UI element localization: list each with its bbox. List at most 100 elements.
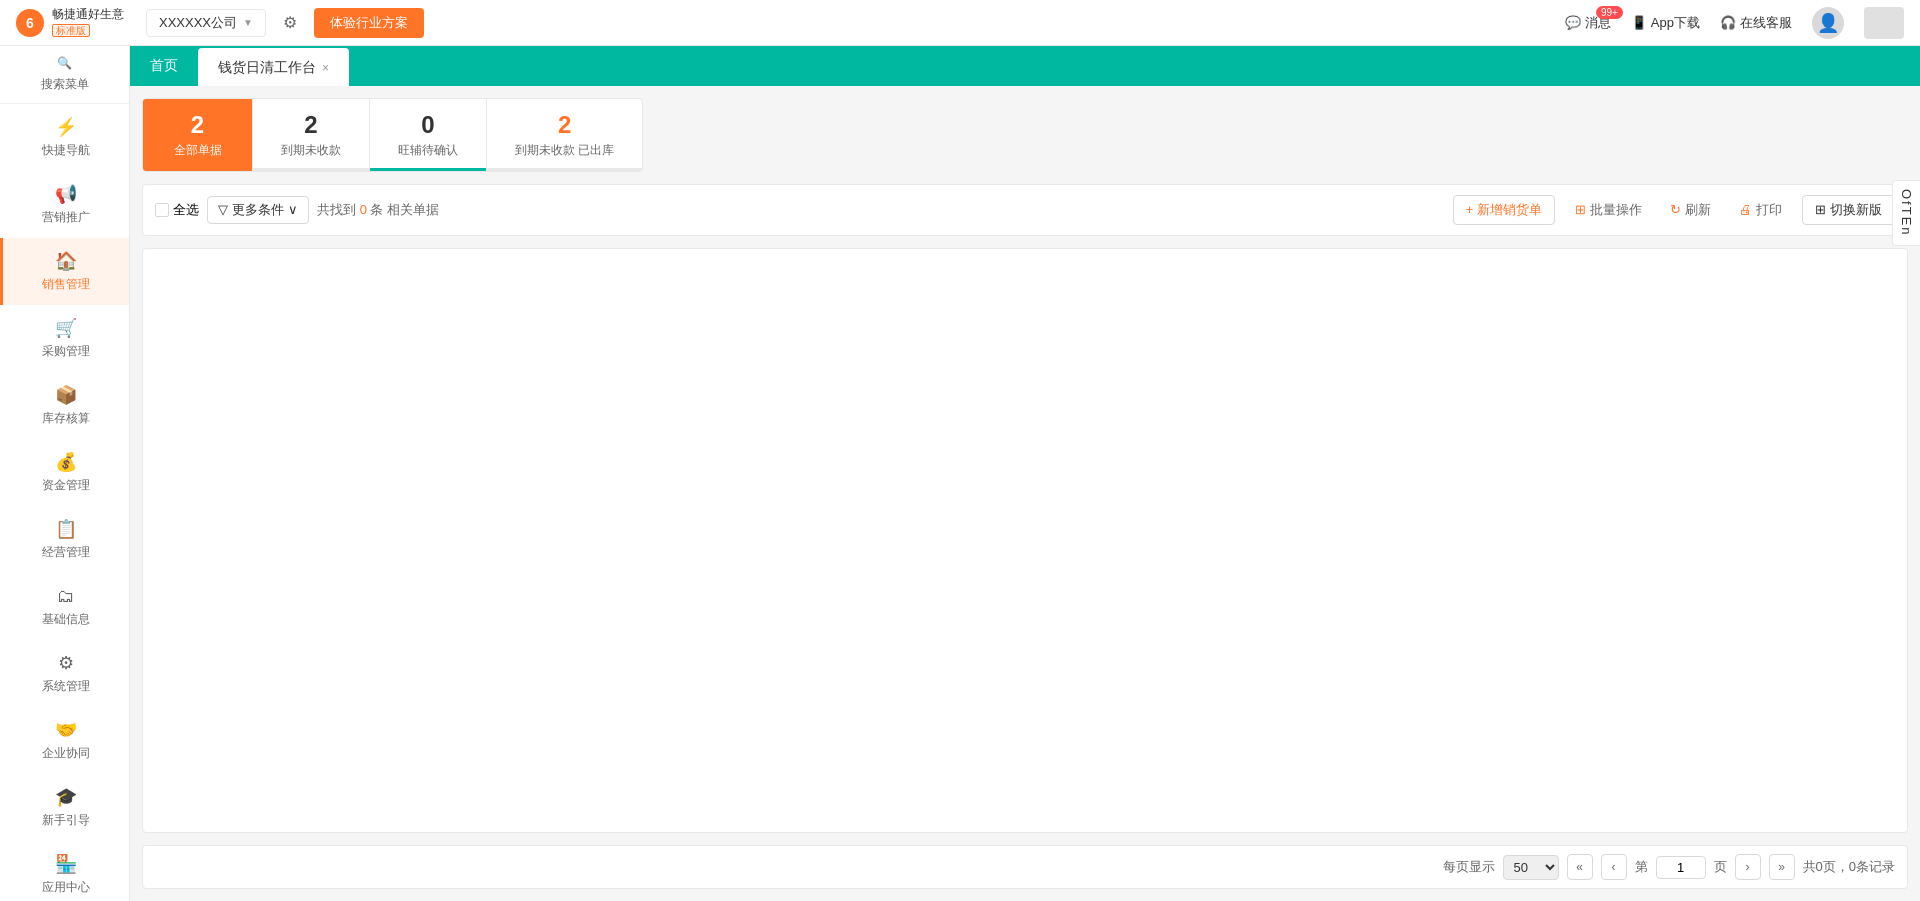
company-dropdown-icon: ▼ — [243, 17, 253, 28]
sidebar-item-label-marketing: 营销推广 — [42, 209, 90, 226]
toolbar: 全选 ▽ 更多条件 ∨ 共找到 0 条 相关单据 — [142, 184, 1908, 236]
sidebar-item-sales[interactable]: 🏠 销售管理 — [0, 238, 129, 305]
select-all-checkbox[interactable]: 全选 — [155, 201, 199, 219]
stat-label-wangpu: 旺辅待确认 — [398, 142, 458, 159]
online-service-icon: 🎧 — [1720, 15, 1736, 30]
sidebar-item-inventory[interactable]: 📦 库存核算 — [0, 372, 129, 439]
switch-icon: ⊞ — [1815, 202, 1826, 217]
batch-button[interactable]: ⊞ 批量操作 — [1567, 197, 1650, 223]
result-unit: 条 — [370, 202, 383, 217]
sidebar-item-label-operation: 经营管理 — [42, 544, 90, 561]
stat-card-shipped[interactable]: 2 到期未收款 已出库 — [487, 99, 642, 171]
company-name: XXXXXX公司 — [159, 14, 237, 32]
filter-label: 更多条件 — [232, 201, 284, 219]
filter-button[interactable]: ▽ 更多条件 ∨ — [207, 196, 309, 224]
app-download-item[interactable]: 📱 App下载 — [1631, 14, 1700, 32]
sidebar-item-enterprise[interactable]: 🤝 企业协同 — [0, 707, 129, 774]
tab-close-icon[interactable]: × — [322, 61, 329, 75]
often-tag[interactable]: OfTEn — [1892, 180, 1920, 246]
app-download-label: App下载 — [1651, 14, 1700, 32]
stat-card-overdue[interactable]: 2 到期未收款 — [253, 99, 370, 171]
online-service-item[interactable]: 🎧 在线客服 — [1720, 14, 1792, 32]
pagination: 每页显示 50 100 200 « ‹ 第 页 › » 共0页，0条记录 — [142, 845, 1908, 889]
tab-home-label: 首页 — [150, 57, 178, 75]
print-button[interactable]: 🖨 打印 — [1731, 197, 1790, 223]
logo-area: 6 畅捷通好生意 标准版 — [16, 7, 146, 39]
search-icon: 🔍 — [57, 56, 72, 70]
logo-icon: 6 — [16, 9, 44, 37]
page-suffix: 页 — [1714, 858, 1727, 876]
sidebar-item-label-purchase: 采购管理 — [42, 343, 90, 360]
page-last-button[interactable]: » — [1769, 854, 1795, 880]
switch-button[interactable]: ⊞ 切换新版 — [1802, 195, 1895, 225]
table-area — [142, 248, 1908, 833]
batch-label: 批量操作 — [1590, 201, 1642, 219]
quick-nav-icon: ⚡ — [55, 116, 77, 138]
app-center-icon: 🏪 — [55, 853, 77, 875]
stat-label-shipped: 到期未收款 已出库 — [515, 142, 614, 159]
search-label: 搜索菜单 — [41, 76, 89, 93]
sidebar-item-system[interactable]: ⚙ 系统管理 — [0, 640, 129, 707]
trial-button[interactable]: 体验行业方案 — [314, 8, 424, 38]
page-number-input[interactable] — [1656, 856, 1706, 879]
checkbox-input[interactable] — [155, 203, 169, 217]
finance-icon: 💰 — [55, 451, 77, 473]
result-suffix: 相关单据 — [387, 202, 439, 217]
sidebar-item-label-basic-info: 基础信息 — [42, 611, 90, 628]
sidebar-item-basic-info[interactable]: 🗂 基础信息 — [0, 573, 129, 640]
system-icon: ⚙ — [55, 652, 77, 674]
app-download-icon: 📱 — [1631, 15, 1647, 30]
sidebar-item-quick-nav[interactable]: ⚡ 快捷导航 — [0, 104, 129, 171]
sidebar-item-label-quick-nav: 快捷导航 — [42, 142, 90, 159]
sidebar-search[interactable]: 🔍 搜索菜单 — [0, 46, 129, 104]
refresh-button[interactable]: ↻ 刷新 — [1662, 197, 1719, 223]
sidebar-item-app-center[interactable]: 🏪 应用中心 — [0, 841, 129, 901]
stat-number-all: 2 — [171, 111, 224, 140]
avatar[interactable]: 👤 — [1812, 7, 1844, 39]
result-text: 共找到 0 条 相关单据 — [317, 201, 439, 219]
page-prev-button[interactable]: ‹ — [1601, 854, 1627, 880]
layout: 🔍 搜索菜单 ⚡ 快捷导航 📢 营销推广 🏠 销售管理 🛒 采购管理 📦 库存核… — [0, 46, 1920, 901]
print-icon: 🖨 — [1739, 202, 1752, 217]
main-content: 首页 钱货日清工作台 × 2 全部单据 2 到期未收款 — [130, 46, 1920, 901]
sidebar-item-purchase[interactable]: 🛒 采购管理 — [0, 305, 129, 372]
sidebar-item-finance[interactable]: 💰 资金管理 — [0, 439, 129, 506]
message-item[interactable]: 💬 消息 99+ — [1565, 14, 1611, 32]
company-selector[interactable]: XXXXXX公司 ▼ — [146, 9, 266, 37]
tab-home[interactable]: 首页 — [130, 46, 198, 86]
username-area[interactable] — [1864, 7, 1904, 39]
new-order-label: + 新增销货单 — [1466, 201, 1542, 219]
sidebar-item-label-sales: 销售管理 — [42, 276, 90, 293]
new-order-button[interactable]: + 新增销货单 — [1453, 195, 1555, 225]
top-header: 6 畅捷通好生意 标准版 XXXXXX公司 ▼ ⚙ 体验行业方案 💬 消息 99… — [0, 0, 1920, 46]
operation-icon: 📋 — [55, 518, 77, 540]
sidebar-item-operation[interactable]: 📋 经营管理 — [0, 506, 129, 573]
result-prefix: 共找到 — [317, 202, 356, 217]
logo-text: 畅捷通好生意 — [52, 7, 124, 23]
select-all-label: 全选 — [173, 201, 199, 219]
marketing-icon: 📢 — [55, 183, 77, 205]
refresh-label: 刷新 — [1685, 201, 1711, 219]
basic-info-icon: 🗂 — [55, 585, 77, 607]
message-badge: 99+ — [1596, 6, 1623, 19]
stat-card-wangpu[interactable]: 0 旺辅待确认 — [370, 99, 487, 171]
settings-icon[interactable]: ⚙ — [274, 7, 306, 39]
stat-card-all[interactable]: 2 全部单据 — [143, 99, 253, 171]
stat-number-overdue: 2 — [281, 111, 341, 140]
logo-tag: 标准版 — [52, 24, 90, 37]
page-label: 第 — [1635, 858, 1648, 876]
switch-label: 切换新版 — [1830, 201, 1882, 219]
tab-active[interactable]: 钱货日清工作台 × — [198, 48, 349, 88]
purchase-icon: 🛒 — [55, 317, 77, 339]
sidebar-item-newbie[interactable]: 🎓 新手引导 — [0, 774, 129, 841]
sidebar-item-marketing[interactable]: 📢 营销推广 — [0, 171, 129, 238]
page-first-button[interactable]: « — [1567, 854, 1593, 880]
tab-bar: 首页 钱货日清工作台 × — [130, 46, 1920, 86]
filter-icon: ▽ — [218, 202, 228, 217]
newbie-icon: 🎓 — [55, 786, 77, 808]
tab-active-label: 钱货日清工作台 — [218, 59, 316, 77]
per-page-select[interactable]: 50 100 200 — [1503, 855, 1559, 880]
page-content: 2 全部单据 2 到期未收款 0 旺辅待确认 2 到期未收款 已出库 — [130, 86, 1920, 901]
stat-label-all: 全部单据 — [171, 142, 224, 159]
page-next-button[interactable]: › — [1735, 854, 1761, 880]
